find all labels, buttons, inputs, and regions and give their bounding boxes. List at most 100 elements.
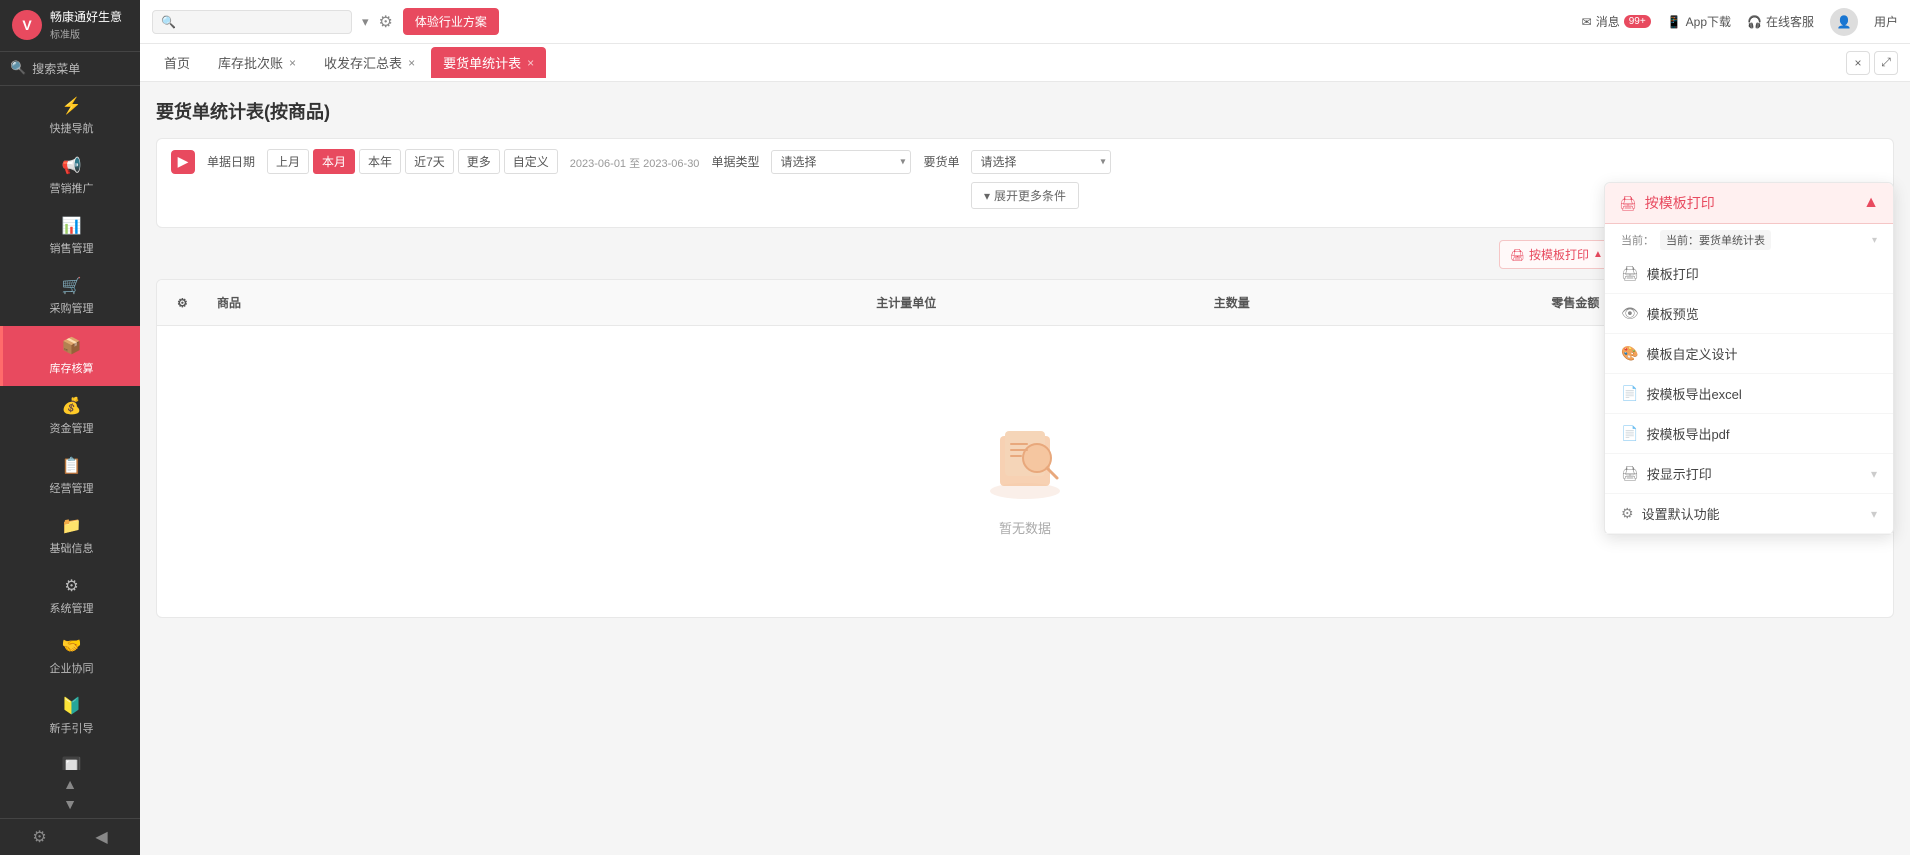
sidebar-item-apps[interactable]: 🔲 应用中心 [0,746,140,770]
th-settings[interactable]: ⚙ [169,290,209,316]
sales-icon: 📊 [62,216,82,236]
avatar-icon: 👤 [1837,15,1852,29]
date-custom-button[interactable]: 自定义 [504,149,558,174]
quick-nav-icon: ⚡ [62,96,82,116]
sidebar-item-guide[interactable]: 🔰 新手引导 [0,686,140,746]
user-avatar[interactable]: 👤 [1830,8,1858,36]
dropdown-close-button[interactable]: ▲ [1863,194,1879,212]
sidebar-item-enterprise[interactable]: 🤝 企业协同 [0,626,140,686]
search-label: 搜索菜单 [32,60,80,77]
guide-icon: 🔰 [62,696,82,716]
date-last-month-button[interactable]: 上月 [267,149,309,174]
app-download-label: App下载 [1686,13,1731,30]
sidebar-item-basic[interactable]: 📁 基础信息 [0,506,140,566]
current-template-name: 当前：要货单统计表 [1660,230,1771,250]
tab-receipt-summary-close[interactable]: × [408,56,415,70]
main-container: 🔍 ▾ ⚙ 体验行业方案 ✉ 消息 99+ 📱 App下载 🎧 在线客服 👤 用 [140,0,1910,855]
tab-receipt-summary-label: 收发存汇总表 [324,53,402,72]
topbar-dropdown-icon[interactable]: ▾ [362,14,369,30]
operations-icon: 📋 [62,456,82,476]
tab-order-stats[interactable]: 要货单统计表 × [431,47,546,78]
basic-icon: 📁 [62,516,82,536]
order-select[interactable]: 请选择 [971,150,1111,174]
topbar-gear-icon[interactable]: ⚙ [379,12,393,32]
sidebar-item-label: 基础信息 [50,540,94,556]
sidebar-item-system[interactable]: ⚙ 系统管理 [0,566,140,626]
tab-expand-button[interactable]: ⤢ [1874,51,1898,75]
marketing-icon: 📢 [62,156,82,176]
sidebar-item-label: 快捷导航 [50,120,94,136]
display-print-label: 按显示打印 [1647,464,1712,483]
trial-button[interactable]: 体验行业方案 [403,8,499,35]
dropdown-item-left: ⚙ 设置默认功能 [1621,504,1720,523]
scroll-down-button[interactable]: ▼ [55,794,85,814]
app-download-button[interactable]: 📱 App下载 [1667,13,1731,30]
date-more-button[interactable]: 更多 [458,149,500,174]
message-badge: 99+ [1624,15,1651,28]
current-text: 当前： [1621,232,1654,248]
search-icon: 🔍 [10,60,26,76]
tab-inventory-batch-close[interactable]: × [289,56,296,70]
dropdown-header-left: 🖨 按模板打印 [1619,193,1715,213]
tab-receipt-summary[interactable]: 收发存汇总表 × [312,47,427,78]
sidebar-item-marketing[interactable]: 📢 营销推广 [0,146,140,206]
export-pdf-icon: 📄 [1621,425,1638,442]
scroll-up-button[interactable]: ▲ [55,774,85,794]
sidebar-scroll: ▲ ▼ [0,770,140,818]
tab-home[interactable]: 首页 [152,47,202,78]
dropdown-item-template-preview[interactable]: 👁 模板预览 [1605,294,1893,334]
tab-close-all-button[interactable]: × [1846,51,1870,75]
sidebar-nav: ⚡ 快捷导航 📢 营销推广 📊 销售管理 🛒 采购管理 📦 库存核算 💰 资金管… [0,86,140,770]
sidebar-item-label: 企业协同 [50,660,94,676]
dropdown-item-export-excel[interactable]: 📄 按模板导出excel [1605,374,1893,414]
logo-icon: V [12,10,42,40]
sidebar-item-label: 采购管理 [50,300,94,316]
tab-inventory-batch[interactable]: 库存批次账 × [206,47,308,78]
print-dropdown-button[interactable]: 🖨 按模板打印 ▲ [1499,240,1614,269]
template-preview-label: 模板预览 [1647,304,1699,323]
dropdown-item-template-print[interactable]: 🖨 模板打印 [1605,254,1893,294]
dropdown-item-left: 🎨 模板自定义设计 [1621,344,1737,363]
sidebar-item-quick-nav[interactable]: ⚡ 快捷导航 [0,86,140,146]
current-arrow[interactable]: ▾ [1872,235,1877,246]
date-7days-button[interactable]: 近7天 [405,149,454,174]
sidebar-item-label: 系统管理 [50,600,94,616]
th-qty: 主数量 [1206,288,1544,317]
topbar-search[interactable]: 🔍 [152,10,352,34]
system-icon: ⚙ [64,576,78,596]
date-this-year-button[interactable]: 本年 [359,149,401,174]
sidebar-item-label: 经营管理 [50,480,94,496]
dropdown-item-display-print[interactable]: 🖨 按显示打印 ▾ [1605,454,1893,494]
settings-footer-button[interactable]: ⚙ [32,827,46,847]
print-dropdown-overlay: 🖨 按模板打印 ▲ 当前： 当前：要货单统计表 ▾ 🖨 模板打印 👁 [1604,182,1894,535]
dropdown-item-left: 📄 按模板导出pdf [1621,424,1730,443]
message-button[interactable]: ✉ 消息 99+ [1582,13,1651,30]
date-filter-label: 单据日期 [207,153,255,170]
collapse-sidebar-button[interactable]: ◀ [95,827,107,847]
sidebar-item-sales[interactable]: 📊 销售管理 [0,206,140,266]
date-this-month-button[interactable]: 本月 [313,149,355,174]
sidebar-item-inventory[interactable]: 📦 库存核算 [0,326,140,386]
service-icon: 🎧 [1747,15,1762,29]
online-service-button[interactable]: 🎧 在线客服 [1747,13,1814,30]
sidebar-item-purchase[interactable]: 🛒 采购管理 [0,266,140,326]
dropdown-item-export-pdf[interactable]: 📄 按模板导出pdf [1605,414,1893,454]
sidebar: V 畅康通好生意 标准版 🔍 搜索菜单 ⚡ 快捷导航 📢 营销推广 📊 销售管理… [0,0,140,855]
dropdown-item-left: 📄 按模板导出excel [1621,384,1742,403]
sidebar-item-operations[interactable]: 📋 经营管理 [0,446,140,506]
filter-toggle-button[interactable]: ▶ [171,150,195,174]
message-label: 消息 [1596,13,1620,30]
sidebar-search[interactable]: 🔍 搜索菜单 [0,52,140,86]
dropdown-item-left: 🖨 模板打印 [1621,264,1699,283]
template-design-icon: 🎨 [1621,345,1638,362]
type-filter-label: 单据类型 [711,153,759,170]
sidebar-item-finance[interactable]: 💰 资金管理 [0,386,140,446]
finance-icon: 💰 [62,396,82,416]
set-default-label: 设置默认功能 [1642,504,1720,523]
expand-more-button[interactable]: ▾ 展开更多条件 [971,182,1079,209]
dropdown-item-template-design[interactable]: 🎨 模板自定义设计 [1605,334,1893,374]
type-select[interactable]: 请选择 要货单 [771,150,911,174]
dropdown-item-set-default[interactable]: ⚙ 设置默认功能 ▾ [1605,494,1893,534]
topbar: 🔍 ▾ ⚙ 体验行业方案 ✉ 消息 99+ 📱 App下载 🎧 在线客服 👤 用 [140,0,1910,44]
tab-order-stats-close[interactable]: × [527,56,534,70]
